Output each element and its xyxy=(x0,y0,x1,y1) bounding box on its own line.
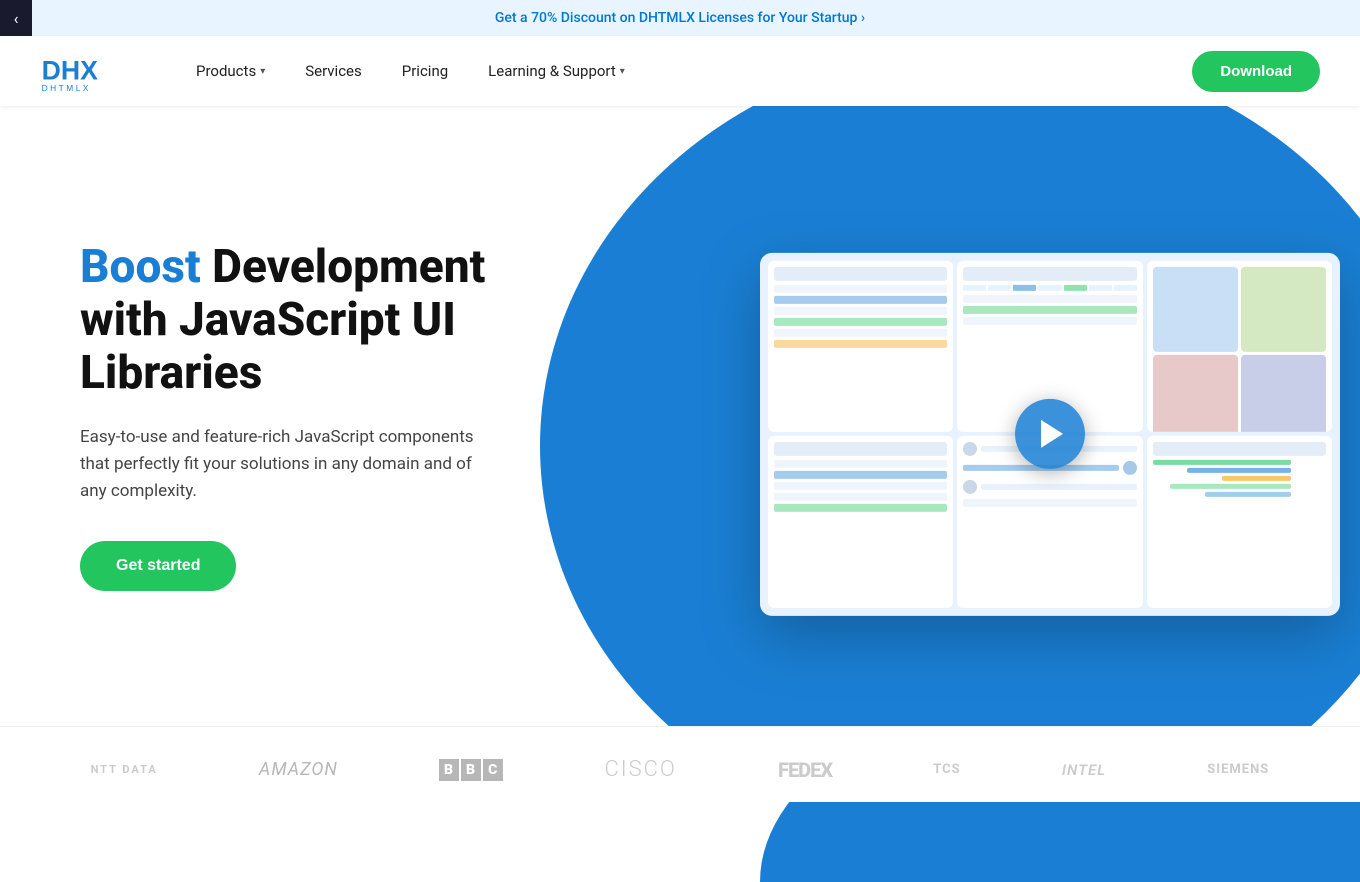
nav-links: Products ▾ Services Pricing Learning & S… xyxy=(180,54,1192,88)
pricing-nav-item[interactable]: Pricing xyxy=(386,54,464,88)
learning-nav-item[interactable]: Learning & Support ▾ xyxy=(472,54,641,88)
hero-description: Easy-to-use and feature-rich JavaScript … xyxy=(80,424,500,506)
logo-tcs: TCS xyxy=(933,762,960,777)
dhtmlx-logo: DHX DHTMLX xyxy=(40,49,140,93)
ui-panel-1 xyxy=(768,261,953,432)
banner-chevron: › xyxy=(861,10,865,26)
svg-text:DHTMLX: DHTMLX xyxy=(42,83,91,93)
logo-siemens: SIEMENS xyxy=(1207,762,1269,777)
banner-text: Get a 70% Discount on DHTMLX Licenses fo… xyxy=(495,10,858,26)
ui-panel-6 xyxy=(1147,436,1332,607)
svg-text:DHX: DHX xyxy=(42,55,99,85)
download-button[interactable]: Download xyxy=(1192,51,1320,92)
products-nav-item[interactable]: Products ▾ xyxy=(180,54,281,88)
hero-visual xyxy=(760,253,1340,616)
play-icon xyxy=(1041,420,1063,448)
banner-link[interactable]: Get a 70% Discount on DHTMLX Licenses fo… xyxy=(495,10,865,26)
hero-title: Boost Development with JavaScript UI Lib… xyxy=(80,241,500,400)
hero-content: Boost Development with JavaScript UI Lib… xyxy=(0,181,560,651)
get-started-button[interactable]: Get started xyxy=(80,541,236,591)
logo-amazon: amazon xyxy=(259,759,338,780)
ui-panel-3 xyxy=(1147,261,1332,432)
navbar: DHX DHTMLX Products ▾ Services Pricing L… xyxy=(0,36,1360,106)
play-button[interactable] xyxy=(1015,399,1085,469)
learning-label: Learning & Support xyxy=(488,62,616,80)
video-mockup xyxy=(760,253,1340,616)
logo-wrap[interactable]: DHX DHTMLX xyxy=(40,49,140,93)
logo-cisco: cisco xyxy=(604,757,676,782)
pricing-label: Pricing xyxy=(402,62,448,80)
hero-title-accent: Boost xyxy=(80,240,201,294)
side-nav-arrow[interactable]: ‹ xyxy=(0,0,32,36)
products-caret-icon: ▾ xyxy=(260,66,265,77)
hero-section: Boost Development with JavaScript UI Lib… xyxy=(0,106,1360,726)
products-label: Products xyxy=(196,62,256,80)
logo-fedex: FedEx xyxy=(778,758,832,782)
ui-panel-4 xyxy=(768,436,953,607)
learning-caret-icon: ▾ xyxy=(620,66,625,77)
logo-bbc: B B C xyxy=(439,759,503,781)
bottom-blob xyxy=(0,802,1360,882)
left-arrow-icon: ‹ xyxy=(14,9,19,28)
services-nav-item[interactable]: Services xyxy=(289,54,378,88)
logo-intel: intel xyxy=(1062,761,1106,779)
services-label: Services xyxy=(305,62,362,80)
top-banner: ‹ Get a 70% Discount on DHTMLX Licenses … xyxy=(0,0,1360,36)
logos-strip: NTT DATA amazon B B C cisco FedEx TCS in… xyxy=(0,726,1360,802)
logo-ntt: NTT DATA xyxy=(91,763,158,776)
